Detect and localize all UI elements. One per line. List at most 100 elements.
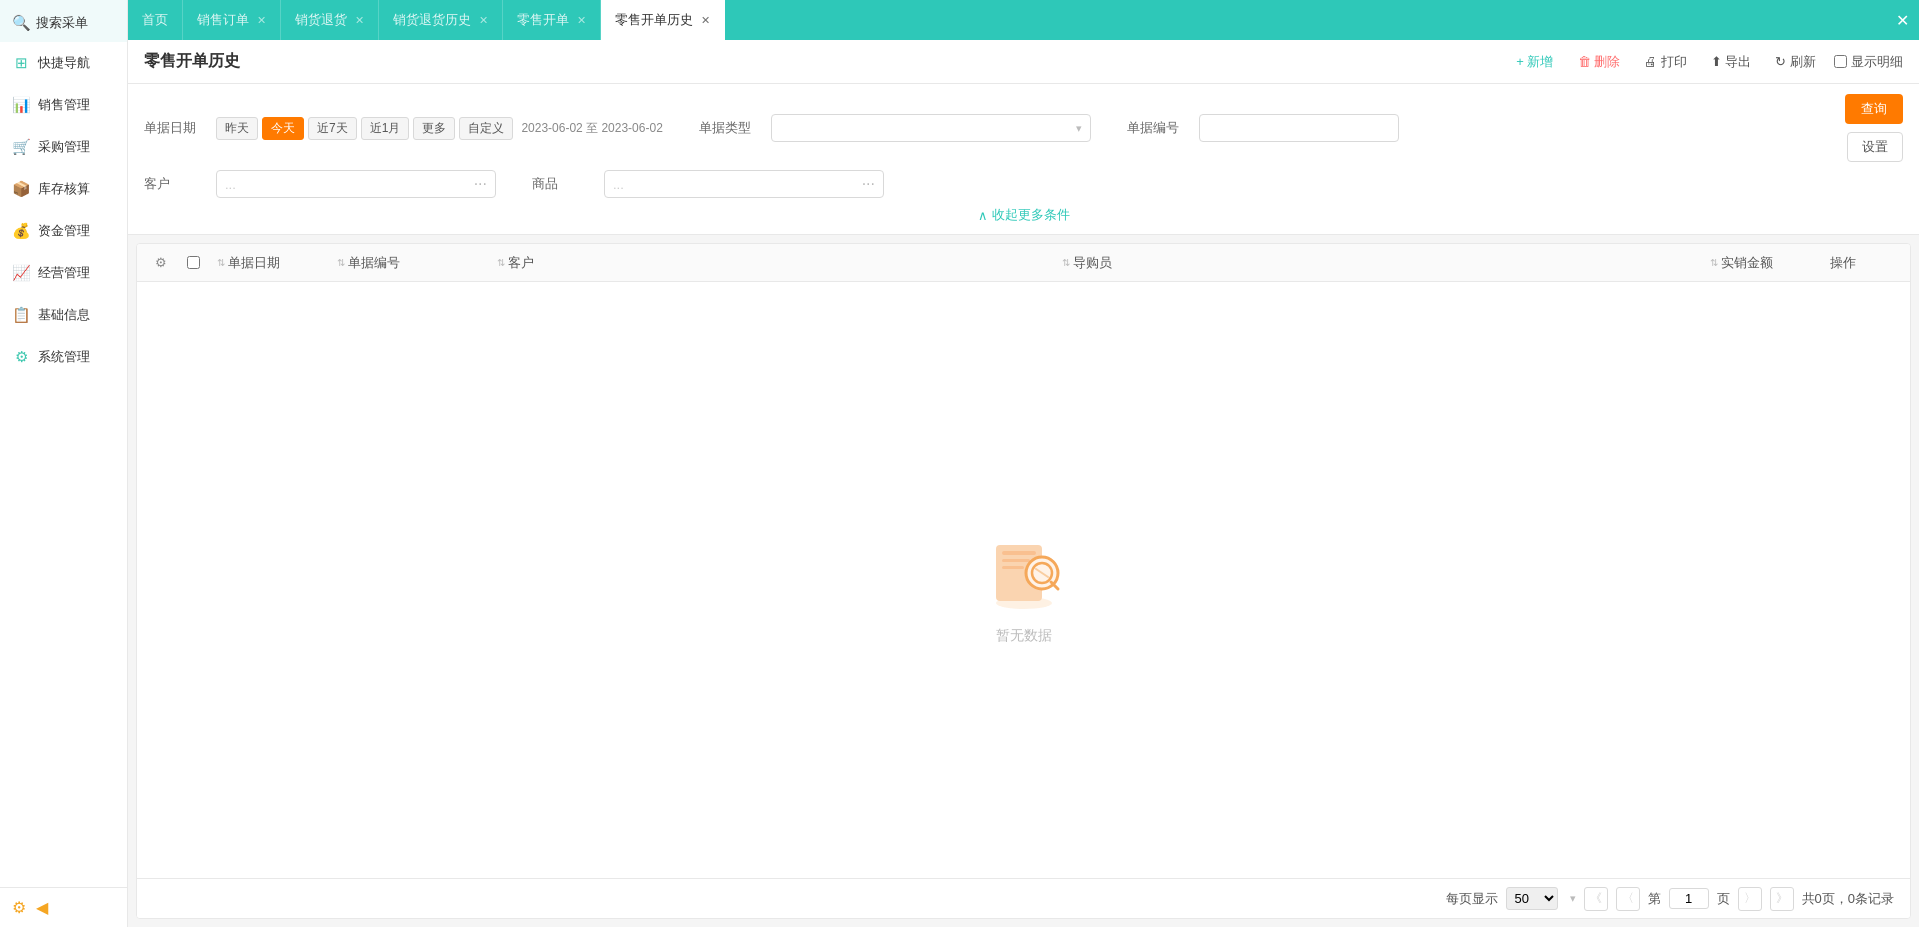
th-date-sort-icon[interactable]: ⇅ — [217, 257, 225, 268]
date-btn-custom[interactable]: 自定义 — [459, 117, 513, 140]
page-input[interactable] — [1669, 888, 1709, 909]
tab-sales-return-history[interactable]: 销货退货历史 ✕ — [379, 0, 503, 40]
th-customer-label: 客户 — [508, 254, 534, 272]
tabs-bar-right: ✕ — [1896, 11, 1919, 30]
date-btn-today[interactable]: 今天 — [262, 117, 304, 140]
sidebar-search-label: 搜索采单 — [36, 14, 88, 32]
bill-type-select[interactable]: ▾ — [771, 114, 1091, 142]
tab-sales-order-close[interactable]: ✕ — [257, 14, 266, 27]
date-btn-yesterday[interactable]: 昨天 — [216, 117, 258, 140]
finance-icon: 💰 — [12, 222, 30, 240]
basic-info-icon: 📋 — [12, 306, 30, 324]
page-suffix: 页 — [1717, 890, 1730, 908]
tab-retail-open-close[interactable]: ✕ — [577, 14, 586, 27]
th-amount-label: 实销金额 — [1721, 254, 1773, 272]
collapse-label: 收起更多条件 — [992, 206, 1070, 224]
sidebar-item-purchase-mgmt[interactable]: 🛒 采购管理 — [0, 126, 127, 168]
filter-right-btns: 查询 设置 — [1845, 94, 1903, 162]
date-btn-more[interactable]: 更多 — [413, 117, 455, 140]
customer-placeholder: ... — [225, 177, 236, 192]
date-btn-1month[interactable]: 近1月 — [361, 117, 410, 140]
display-detail-label: 显示明细 — [1851, 53, 1903, 71]
tab-sales-return-history-close[interactable]: ✕ — [479, 14, 488, 27]
tab-sales-return-close[interactable]: ✕ — [355, 14, 364, 27]
th-number-label: 单据编号 — [348, 254, 400, 272]
refresh-button[interactable]: ↻ 刷新 — [1769, 50, 1822, 74]
bill-no-input[interactable] — [1199, 114, 1399, 142]
export-button[interactable]: ⬆ 导出 — [1705, 50, 1758, 74]
print-button[interactable]: 🖨 打印 — [1638, 50, 1693, 74]
pagination: 每页显示 50 100 200 ▾ 《 〈 第 页 〉 》 共0页，0条记录 — [137, 878, 1910, 918]
tab-home-label: 首页 — [142, 11, 168, 29]
sidebar-item-finance[interactable]: 💰 资金管理 — [0, 210, 127, 252]
purchase-mgmt-icon: 🛒 — [12, 138, 30, 156]
last-page-btn[interactable]: 》 — [1770, 887, 1794, 911]
sidebar-item-basic-info[interactable]: 📋 基础信息 — [0, 294, 127, 336]
tab-retail-open-label: 零售开单 — [517, 11, 569, 29]
sidebar-item-label: 基础信息 — [38, 306, 90, 324]
goods-dots-icon: ··· — [862, 175, 875, 193]
sidebar-search[interactable]: 🔍 搜索采单 — [0, 0, 127, 42]
tab-retail-open-history-close[interactable]: ✕ — [701, 14, 710, 27]
select-all-checkbox[interactable] — [187, 256, 200, 269]
sidebar-item-quick-nav[interactable]: ⊞ 快捷导航 — [0, 42, 127, 84]
tab-sales-order[interactable]: 销售订单 ✕ — [183, 0, 281, 40]
toolbar-actions: + 新增 🗑 删除 🖨 打印 ⬆ 导出 ↻ 刷新 显示明细 — [1510, 50, 1903, 74]
tab-sales-return-history-label: 销货退货历史 — [393, 11, 471, 29]
per-page-label: 每页显示 — [1446, 890, 1498, 908]
sidebar-item-label: 销售管理 — [38, 96, 90, 114]
date-label: 单据日期 — [144, 119, 200, 137]
goods-label: 商品 — [532, 175, 588, 193]
prev-page-btn[interactable]: 〈 — [1616, 887, 1640, 911]
tab-sales-return[interactable]: 销货退货 ✕ — [281, 0, 379, 40]
table-select-all[interactable] — [177, 256, 209, 269]
customer-select[interactable]: ... ··· — [216, 170, 496, 198]
collapse-sidebar-btn[interactable]: ◀ — [36, 898, 48, 917]
tab-sales-return-label: 销货退货 — [295, 11, 347, 29]
sidebar-item-inventory[interactable]: 📦 库存核算 — [0, 168, 127, 210]
empty-state: 暂无数据 — [137, 282, 1910, 878]
sidebar-item-label: 经营管理 — [38, 264, 90, 282]
sidebar-item-label: 资金管理 — [38, 222, 90, 240]
th-number-sort-icon[interactable]: ⇅ — [337, 257, 345, 268]
sidebar-item-operations[interactable]: 📈 经营管理 — [0, 252, 127, 294]
th-customer-sort-icon[interactable]: ⇅ — [497, 257, 505, 268]
sidebar-item-label: 库存核算 — [38, 180, 90, 198]
delete-button[interactable]: 🗑 删除 — [1572, 50, 1627, 74]
table-settings-icon[interactable]: ⚙ — [145, 255, 177, 270]
collapse-btn[interactable]: ∧ 收起更多条件 — [978, 206, 1070, 224]
display-detail-checkbox[interactable] — [1834, 55, 1847, 68]
query-button[interactable]: 查询 — [1845, 94, 1903, 124]
tab-retail-open-history[interactable]: 零售开单历史 ✕ — [601, 0, 725, 40]
inventory-icon: 📦 — [12, 180, 30, 198]
setting-button[interactable]: 设置 — [1847, 132, 1903, 162]
quick-nav-icon: ⊞ — [12, 54, 30, 72]
tab-retail-open[interactable]: 零售开单 ✕ — [503, 0, 601, 40]
date-btn-7days[interactable]: 近7天 — [308, 117, 357, 140]
sidebar: 🔍 搜索采单 ⊞ 快捷导航 📊 销售管理 🛒 采购管理 📦 库存核算 💰 资金管… — [0, 0, 128, 927]
th-ops: 操作 — [1822, 254, 1902, 272]
display-detail-checkbox-label[interactable]: 显示明细 — [1834, 53, 1903, 71]
sidebar-item-label: 采购管理 — [38, 138, 90, 156]
tab-home[interactable]: 首页 — [128, 0, 183, 40]
th-guide-sort-icon[interactable]: ⇅ — [1062, 257, 1070, 268]
svg-rect-3 — [1002, 559, 1030, 562]
filter-area: 单据日期 昨天 今天 近7天 近1月 更多 自定义 2023-06-02 至 2… — [128, 84, 1919, 235]
page-down-chevron-icon: ▾ — [1570, 892, 1576, 905]
next-page-btn[interactable]: 〉 — [1738, 887, 1762, 911]
settings-footer-btn[interactable]: ⚙ — [12, 898, 26, 917]
customer-label: 客户 — [144, 175, 200, 193]
th-amount: ⇅ 实销金额 — [1702, 254, 1822, 272]
sidebar-item-sales-mgmt[interactable]: 📊 销售管理 — [0, 84, 127, 126]
goods-select[interactable]: ... ··· — [604, 170, 884, 198]
per-page-select[interactable]: 50 100 200 — [1506, 887, 1558, 910]
sidebar-item-label: 快捷导航 — [38, 54, 90, 72]
add-button[interactable]: + 新增 — [1510, 50, 1559, 74]
th-amount-sort-icon[interactable]: ⇅ — [1710, 257, 1718, 268]
first-page-btn[interactable]: 《 — [1584, 887, 1608, 911]
th-guide-label: 导购员 — [1073, 254, 1112, 272]
window-close-btn[interactable]: ✕ — [1896, 11, 1909, 30]
sidebar-item-sys-mgmt[interactable]: ⚙ 系统管理 — [0, 336, 127, 378]
th-number: ⇅ 单据编号 — [329, 254, 489, 272]
bill-type-label: 单据类型 — [699, 119, 755, 137]
